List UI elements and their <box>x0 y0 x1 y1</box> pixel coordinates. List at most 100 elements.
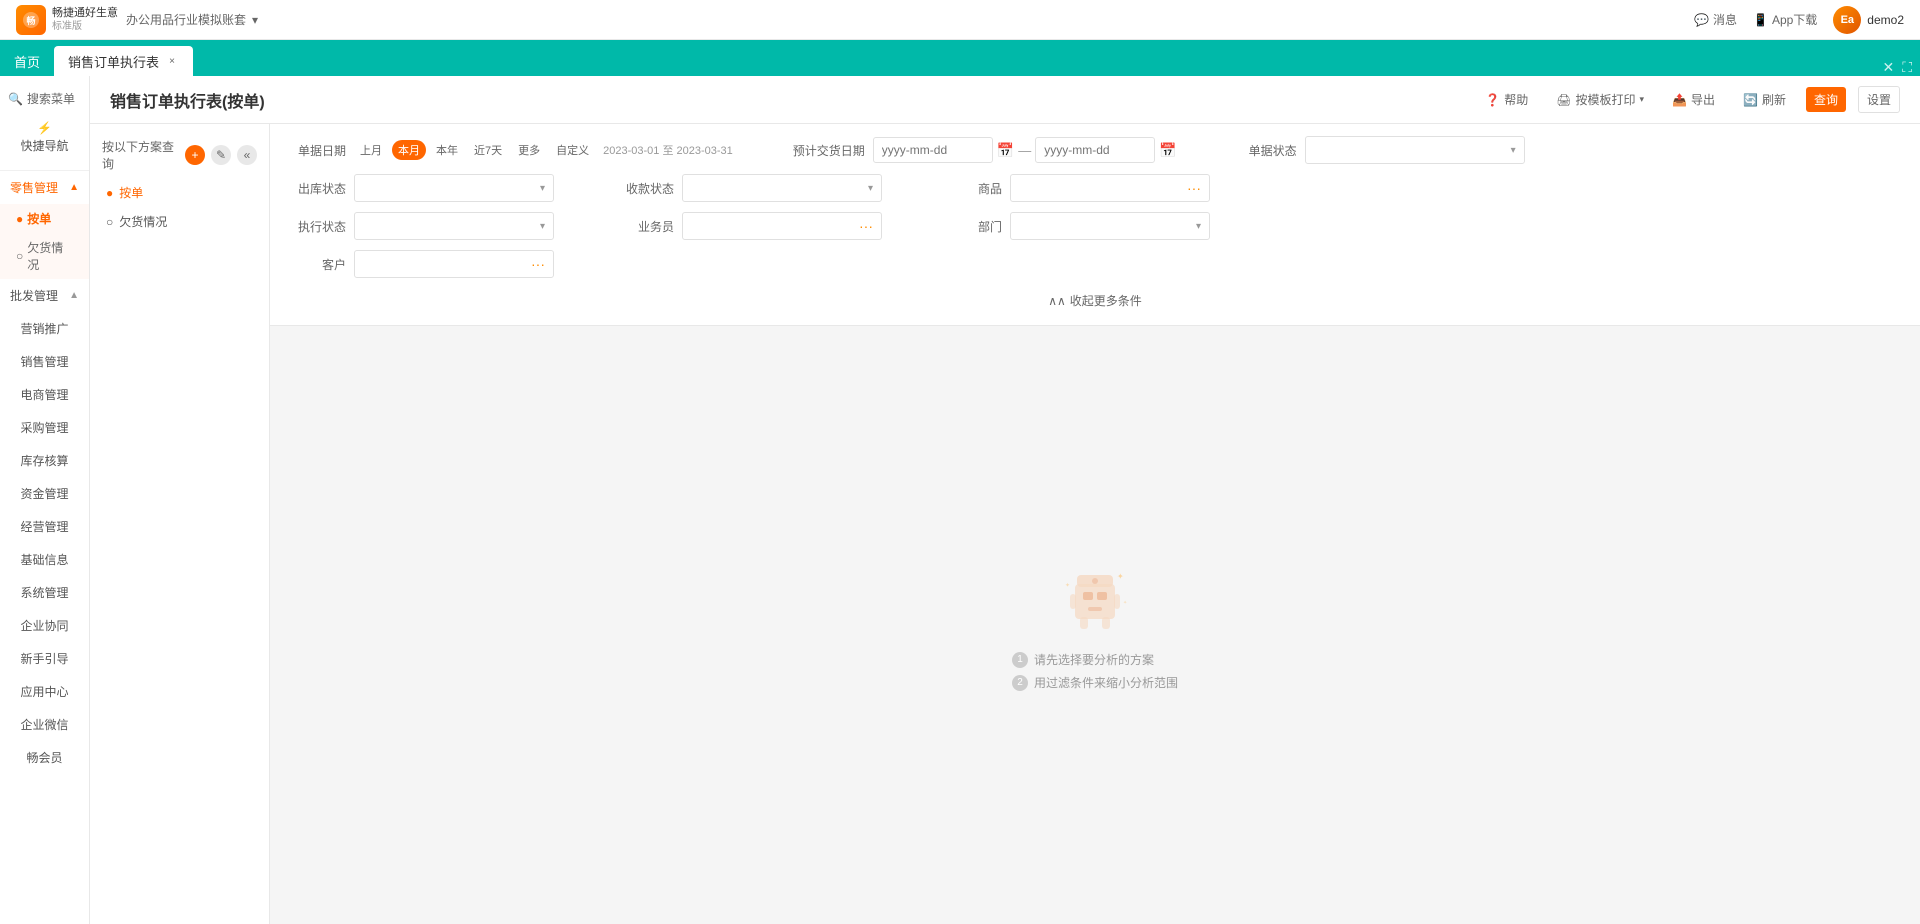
sidebar-item-apps[interactable]: 应用中心 <box>0 675 89 708</box>
sidebar-item-marketing[interactable]: 营销推广 <box>0 312 89 345</box>
collapse-plan-button[interactable]: « <box>237 145 257 165</box>
tab-close-window-icon[interactable]: ✕ <box>1882 59 1894 76</box>
app-download-button[interactable]: 📱 App下载 <box>1753 11 1817 28</box>
tab-home[interactable]: 首页 <box>0 46 54 76</box>
retail-submenu: ● 按单 ○ 欠货情况 <box>0 204 89 279</box>
customer-label: 客户 <box>286 256 346 273</box>
add-plan-button[interactable]: + <box>185 145 205 165</box>
cal-start-icon[interactable]: 📅 <box>997 142 1014 159</box>
sidebar-item-member[interactable]: 畅会员 <box>0 741 89 774</box>
user-name-label: demo2 <box>1867 13 1904 27</box>
customer-dots-icon[interactable]: ··· <box>531 256 545 272</box>
sidebar-subitem-debt[interactable]: ○ 欠货情况 <box>0 233 89 279</box>
sidebar-item-purchase[interactable]: 采购管理 <box>0 411 89 444</box>
search-menu-button[interactable]: 🔍 搜索菜单 <box>0 84 89 113</box>
plan-orders-icon: ● <box>106 186 113 200</box>
empty-tip-2-text: 用过滤条件来缩小分析范围 <box>1034 674 1178 691</box>
left-panel-section: 按以下方案查询 + ✎ « ● 按单 ○ 欠货情况 <box>90 124 269 244</box>
tab-sales-order-label: 销售订单执行表 <box>68 52 159 71</box>
date-this-month-button[interactable]: 本月 <box>392 140 426 160</box>
sidebar-item-retail[interactable]: 零售管理 ▲ <box>0 171 89 204</box>
tab-maximize-icon[interactable]: ⛶ <box>1902 59 1912 76</box>
empty-state: ✦ ✦ ✦ 1 请先选择要分析的方案 2 用过滤条件来缩小分析范围 <box>1012 559 1178 691</box>
filter-item-status: 单据状态 ▾ <box>1237 136 1525 164</box>
customer-select[interactable]: ··· <box>354 250 554 278</box>
sidebar-item-quick-nav[interactable]: ⚡ 快捷导航 <box>0 113 89 162</box>
sidebar-top: 🔍 搜索菜单 ⚡ 快捷导航 <box>0 76 89 171</box>
filter-item-salesman: 业务员 ··· <box>614 212 882 240</box>
out-status-select[interactable]: ▾ <box>354 174 554 202</box>
sidebar-item-ecommerce[interactable]: 电商管理 <box>0 378 89 411</box>
expected-date-start-input[interactable] <box>873 137 993 163</box>
export-button[interactable]: 📤 导出 <box>1664 87 1723 112</box>
receive-status-select[interactable]: ▾ <box>682 174 882 202</box>
filter-item-goods: 商品 ··· <box>942 174 1210 202</box>
refresh-button[interactable]: 🔄 刷新 <box>1735 87 1794 112</box>
filter-item-receive-status: 收款状态 ▾ <box>614 174 882 202</box>
filter-row-2: 出库状态 ▾ 收款状态 ▾ <box>286 174 1904 202</box>
sidebar-item-basic[interactable]: 基础信息 <box>0 543 89 576</box>
edit-plan-button[interactable]: ✎ <box>211 145 231 165</box>
message-button[interactable]: 💬 消息 <box>1694 11 1737 28</box>
breadcrumb[interactable]: 办公用品行业模拟账套 ▾ <box>126 11 258 28</box>
search-icon: 🔍 <box>8 92 23 106</box>
page-header-actions: ❓ 帮助 🖨 按模板打印 ▾ 📤 导出 🔄 刷新 查询 <box>1477 86 1900 113</box>
cal-end-icon[interactable]: 📅 <box>1159 142 1176 159</box>
date-last-month-button[interactable]: 上月 <box>354 140 388 160</box>
query-button[interactable]: 查询 <box>1806 87 1846 112</box>
sidebar-item-newbie[interactable]: 新手引导 <box>0 642 89 675</box>
sidebar-item-system[interactable]: 系统管理 <box>0 576 89 609</box>
goods-dots-icon[interactable]: ··· <box>1187 180 1201 196</box>
sidebar-item-sales[interactable]: 销售管理 <box>0 345 89 378</box>
date-last7-button[interactable]: 近7天 <box>468 140 508 160</box>
debt-icon: ○ <box>16 249 23 263</box>
plan-actions: + ✎ « <box>185 145 257 165</box>
tab-sales-order[interactable]: 销售订单执行表 × <box>54 46 193 76</box>
salesman-select[interactable]: ··· <box>682 212 882 240</box>
date-this-year-button[interactable]: 本年 <box>430 140 464 160</box>
tab-close-icon[interactable]: × <box>165 54 179 68</box>
tip-num-1: 1 <box>1012 652 1028 668</box>
sidebar-item-wholesale[interactable]: 批发管理 ▲ <box>0 279 89 312</box>
sidebar-item-operation[interactable]: 经营管理 <box>0 510 89 543</box>
exec-status-arrow-icon: ▾ <box>540 221 545 232</box>
sidebar-item-inventory[interactable]: 库存核算 <box>0 444 89 477</box>
header-left: 畅 畅捷通好生意 标准版 办公用品行业模拟账套 ▾ <box>16 5 258 35</box>
collapse-filter-button[interactable]: ∧∧ 收起更多条件 <box>286 288 1904 313</box>
exec-status-select[interactable]: ▾ <box>354 212 554 240</box>
plan-item-orders[interactable]: ● 按单 <box>90 178 269 207</box>
plan-item-debt[interactable]: ○ 欠货情况 <box>90 207 269 236</box>
quick-nav-icon: ⚡ <box>37 121 52 135</box>
message-icon: 💬 <box>1694 13 1709 27</box>
goods-select[interactable]: ··· <box>1010 174 1210 202</box>
print-button[interactable]: 🖨 按模板打印 ▾ <box>1548 87 1652 112</box>
sidebar-item-wechat[interactable]: 企业微信 <box>0 708 89 741</box>
breadcrumb-arrow-icon[interactable]: ▾ <box>252 13 258 27</box>
sidebar-group-retail: 零售管理 ▲ ● 按单 ○ 欠货情况 <box>0 171 89 279</box>
refresh-icon: 🔄 <box>1743 93 1758 107</box>
svg-text:✦: ✦ <box>1123 600 1127 606</box>
sidebar-item-finance[interactable]: 资金管理 <box>0 477 89 510</box>
dept-select[interactable]: ▾ <box>1010 212 1210 240</box>
retail-arrow-icon: ▲ <box>69 182 79 193</box>
date-custom-button[interactable]: 自定义 <box>550 140 595 160</box>
date-more-button[interactable]: 更多 <box>512 140 546 160</box>
user-menu[interactable]: Ea demo2 <box>1833 6 1904 34</box>
empty-tip-2: 2 用过滤条件来缩小分析范围 <box>1012 674 1178 691</box>
help-button[interactable]: ❓ 帮助 <box>1477 87 1536 112</box>
plan-header-label: 按以下方案查询 <box>102 138 185 172</box>
filter-item-exec-status: 执行状态 ▾ <box>286 212 554 240</box>
app-logo-icon: 畅 <box>16 5 46 35</box>
salesman-dots-icon[interactable]: ··· <box>859 218 873 234</box>
status-select[interactable]: ▾ <box>1305 136 1525 164</box>
date-quick-buttons: 上月 本月 本年 近7天 更多 自定义 <box>354 140 595 160</box>
sidebar-subitem-orders[interactable]: ● 按单 <box>0 204 89 233</box>
sidebar-item-enterprise[interactable]: 企业协同 <box>0 609 89 642</box>
retail-label: 零售管理 <box>10 179 58 196</box>
settings-button[interactable]: 设置 <box>1858 86 1900 113</box>
download-icon: 📱 <box>1753 13 1768 27</box>
goods-label: 商品 <box>942 180 1002 197</box>
orders-icon: ● <box>16 212 23 226</box>
expected-date-end-input[interactable] <box>1035 137 1155 163</box>
svg-text:✦: ✦ <box>1065 582 1070 589</box>
